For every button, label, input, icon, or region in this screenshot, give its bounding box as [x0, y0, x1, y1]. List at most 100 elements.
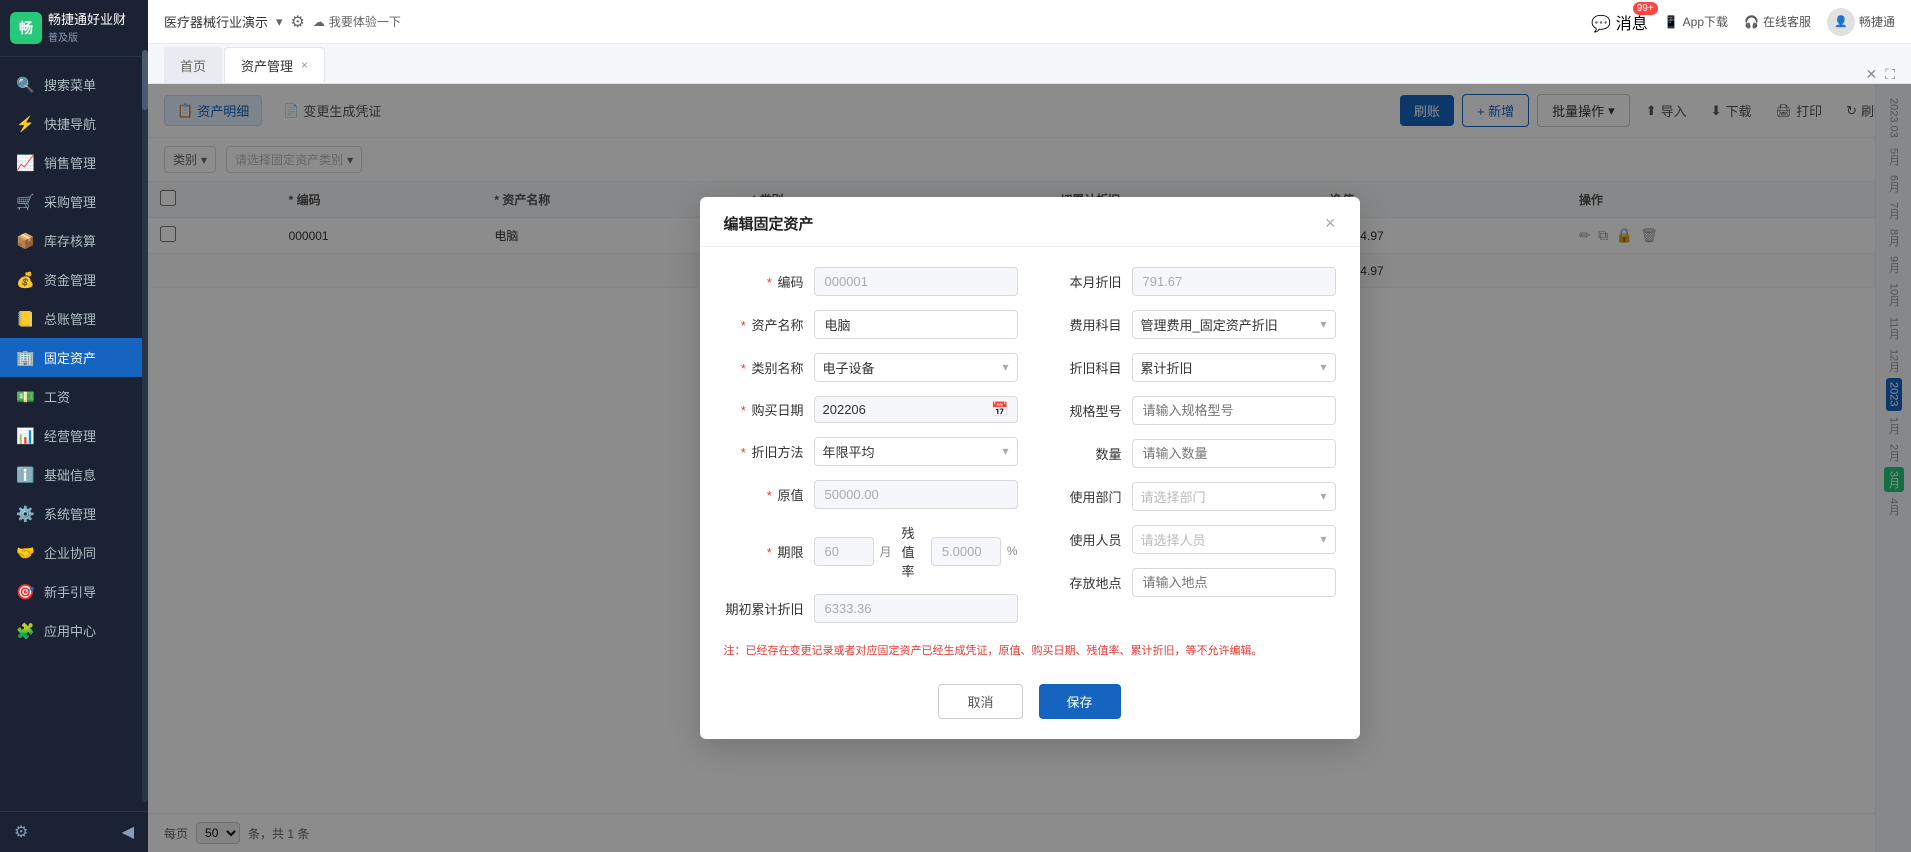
- sidebar-item-search[interactable]: 🔍 搜索菜单: [0, 65, 148, 104]
- message-btn[interactable]: 💬 消息 99+: [1591, 10, 1647, 34]
- tab-maximize-icon[interactable]: ⛶: [1885, 66, 1895, 83]
- sidebar-item-operations[interactable]: 📊 经营管理: [0, 416, 148, 455]
- sidebar-icon-sales: 📈: [16, 154, 34, 172]
- period-inline: 月 残值率 %: [814, 523, 1018, 580]
- original-value-row: * 原值: [724, 480, 1018, 509]
- sidebar-icon-newbie: 🎯: [16, 583, 34, 601]
- sidebar-label-finance: 资金管理: [44, 270, 96, 289]
- location-label: 存放地点: [1042, 573, 1132, 592]
- project-dropdown-icon[interactable]: ▾: [276, 14, 283, 30]
- category-select[interactable]: 电子设备 ▾: [814, 353, 1018, 382]
- sidebar-icon-purchase: 🛒: [16, 193, 34, 211]
- initial-acc-row: 期初累计折旧: [724, 594, 1018, 623]
- sidebar-icon-search: 🔍: [16, 76, 34, 94]
- modal-close-btn[interactable]: ×: [1325, 213, 1336, 234]
- download-icon: 📱: [1664, 15, 1679, 29]
- code-row: * 编码: [724, 267, 1018, 296]
- sidebar-item-quick-nav[interactable]: ⚡ 快捷导航: [0, 104, 148, 143]
- message-badge: 99+: [1633, 2, 1658, 15]
- initial-acc-label: 期初累计折旧: [724, 599, 814, 618]
- quantity-label: 数量: [1042, 444, 1132, 463]
- sidebar-label-operations: 经营管理: [44, 426, 96, 445]
- sidebar-item-sales[interactable]: 📈 销售管理: [0, 143, 148, 182]
- sidebar-item-enterprise[interactable]: 🤝 企业协同: [0, 533, 148, 572]
- dep-method-select[interactable]: 年限平均 ▾: [814, 437, 1018, 466]
- tab-home[interactable]: 首页: [164, 47, 222, 83]
- dep-subject-select[interactable]: 累计折旧 ▾: [1132, 353, 1336, 382]
- sidebar-icon-basic-info: ℹ️: [16, 466, 34, 484]
- spec-model-label: 规格型号: [1042, 401, 1132, 420]
- topbar-settings-icon[interactable]: ⚙: [291, 12, 305, 32]
- period-input: [814, 537, 874, 566]
- category-label: * 类别名称: [724, 358, 814, 377]
- app-logo-text: 畅捷通好业财 普及版: [48, 12, 126, 44]
- category-row: * 类别名称 电子设备 ▾: [724, 353, 1018, 382]
- expense-subject-select[interactable]: 管理费用_固定资产折旧 ▾: [1132, 310, 1336, 339]
- modal-body: * 编码 * 资产名称: [700, 247, 1360, 671]
- sidebar-item-basic-info[interactable]: ℹ️ 基础信息: [0, 455, 148, 494]
- sidebar-item-general-ledger[interactable]: 📒 总账管理: [0, 299, 148, 338]
- monthly-dep-label: 本月折旧: [1042, 272, 1132, 291]
- code-input: [814, 267, 1018, 296]
- sidebar-label-system: 系统管理: [44, 504, 96, 523]
- app-download-btn[interactable]: 📱 App下载: [1664, 13, 1728, 30]
- username-label: 畅捷通: [1859, 13, 1895, 30]
- name-input[interactable]: [814, 310, 1018, 339]
- settings-icon[interactable]: ⚙: [14, 822, 28, 842]
- content-area: 📋 资产明细 📄 变更生成凭证 刷账 + 新增 批量操作 ▾: [148, 84, 1911, 852]
- department-arrow: ▾: [1320, 489, 1326, 503]
- spec-model-row: 规格型号: [1042, 396, 1336, 425]
- topbar-right: 💬 消息 99+ 📱 App下载 🎧 在线客服 👤 畅捷通: [1591, 8, 1895, 36]
- original-value-input: [814, 480, 1018, 509]
- expense-subject-arrow: ▾: [1320, 317, 1326, 331]
- sidebar-label-purchase: 采购管理: [44, 192, 96, 211]
- quantity-input[interactable]: [1132, 439, 1336, 468]
- purchase-date-input[interactable]: 202206 📅: [814, 396, 1018, 423]
- location-input[interactable]: [1132, 568, 1336, 597]
- department-label: 使用部门: [1042, 487, 1132, 506]
- cancel-btn[interactable]: 取消: [938, 684, 1022, 719]
- user-avatar-area[interactable]: 👤 畅捷通: [1827, 8, 1895, 36]
- topbar-left: 医疗器械行业演示 ▾ ⚙ ☁ 我要体验一下: [164, 12, 401, 32]
- sidebar-label-search: 搜索菜单: [44, 75, 96, 94]
- dep-method-arrow: ▾: [1002, 444, 1008, 458]
- staff-arrow: ▾: [1320, 532, 1326, 546]
- sidebar-item-system[interactable]: ⚙️ 系统管理: [0, 494, 148, 533]
- tab-asset-label: 资产管理: [241, 56, 293, 75]
- name-row: * 资产名称: [724, 310, 1018, 339]
- code-label: * 编码: [724, 272, 814, 291]
- sidebar-item-inventory[interactable]: 📦 库存核算: [0, 221, 148, 260]
- sidebar-item-app-center[interactable]: 🧩 应用中心: [0, 611, 148, 650]
- sidebar-item-newbie[interactable]: 🎯 新手引导: [0, 572, 148, 611]
- sidebar-label-general-ledger: 总账管理: [44, 309, 96, 328]
- tab-expand-area: ✕ ⛶: [1865, 66, 1895, 83]
- tab-close-icon[interactable]: ×: [301, 58, 308, 72]
- sidebar-nav: 🔍 搜索菜单 ⚡ 快捷导航 📈 销售管理 🛒 采购管理 📦 库存核算 💰 资金管…: [0, 57, 148, 811]
- sidebar-label-enterprise: 企业协同: [44, 543, 96, 562]
- period-residual-row: * 期限 月 残值率 %: [724, 523, 1018, 580]
- spec-model-input[interactable]: [1132, 396, 1336, 425]
- tab-minimize-icon[interactable]: ✕: [1865, 66, 1877, 83]
- staff-row: 使用人员 请选择人员 ▾: [1042, 525, 1336, 554]
- sidebar-item-finance[interactable]: 💰 资金管理: [0, 260, 148, 299]
- monthly-dep-row: 本月折旧: [1042, 267, 1336, 296]
- sidebar-collapse-icon[interactable]: ◀: [122, 822, 134, 842]
- sidebar-icon-payroll: 💵: [16, 388, 34, 406]
- experience-btn[interactable]: ☁ 我要体验一下: [313, 13, 401, 30]
- residual-rate-unit: %: [1007, 544, 1018, 558]
- sidebar-item-payroll[interactable]: 💵 工资: [0, 377, 148, 416]
- online-service-btn[interactable]: 🎧 在线客服: [1744, 13, 1811, 30]
- save-btn[interactable]: 保存: [1039, 684, 1121, 719]
- tab-asset-management[interactable]: 资产管理 ×: [224, 47, 325, 83]
- purchase-date-label: * 购买日期: [724, 400, 814, 419]
- period-label: * 期限: [724, 542, 814, 561]
- sidebar-label-sales: 销售管理: [44, 153, 96, 172]
- staff-label: 使用人员: [1042, 530, 1132, 549]
- dep-subject-arrow: ▾: [1320, 360, 1326, 374]
- residual-rate-label: 残值率: [902, 523, 921, 580]
- sidebar-item-fixed-assets[interactable]: 🏢 固定资产: [0, 338, 148, 377]
- app-logo-icon: 畅: [10, 12, 42, 44]
- sidebar-item-purchase[interactable]: 🛒 采购管理: [0, 182, 148, 221]
- staff-select[interactable]: 请选择人员 ▾: [1132, 525, 1336, 554]
- department-select[interactable]: 请选择部门 ▾: [1132, 482, 1336, 511]
